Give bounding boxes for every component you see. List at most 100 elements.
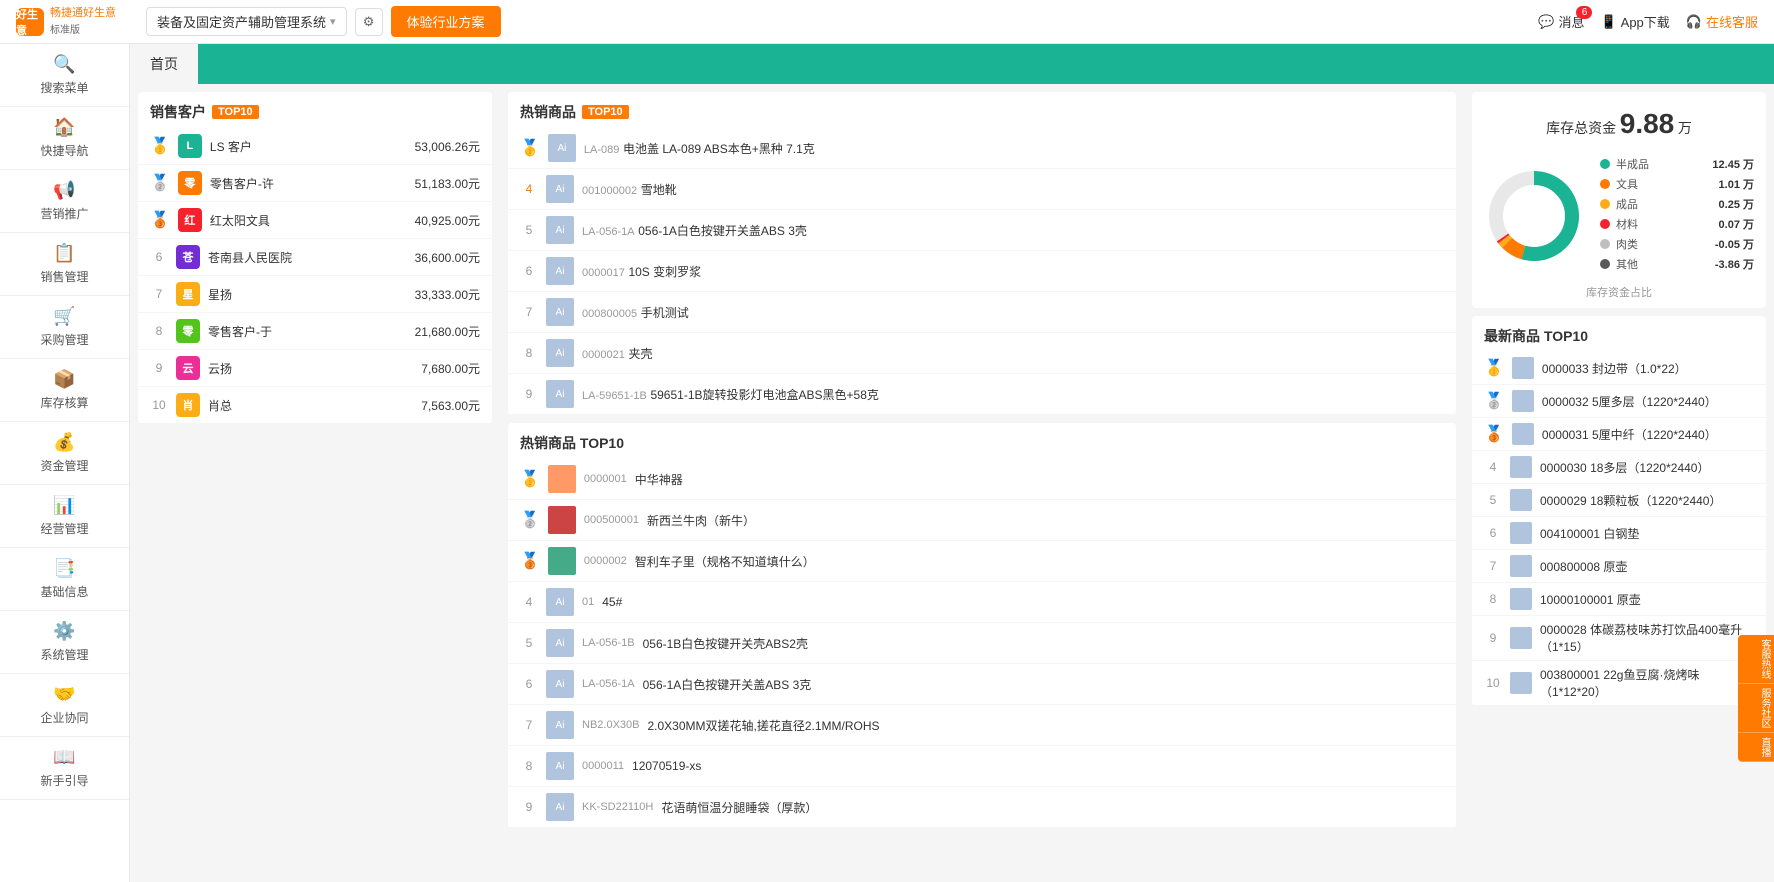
- operations-icon: 📊: [53, 495, 75, 516]
- legend-dot-6: [1600, 259, 1610, 269]
- prod-img-placeholder-1: Ai: [548, 134, 576, 162]
- new-prod-name-5: 18颗粒板（1220*2440）: [1590, 494, 1721, 508]
- customer-value-8: 7,563.00元: [421, 397, 480, 414]
- legend-item-6: 其他 -3.86 万: [1600, 256, 1754, 272]
- customer-value-7: 7,680.00元: [421, 360, 480, 377]
- sidebar-item-inventory[interactable]: 📦 库存核算: [0, 359, 129, 422]
- new-prod-rank-4: 4: [1484, 460, 1502, 474]
- customer-avatar-7: 云: [176, 356, 200, 380]
- customer-value-6: 21,680.00元: [415, 323, 480, 340]
- hot-right-label: 热销商品: [520, 102, 576, 122]
- message-button[interactable]: 💬 消息 6: [1538, 12, 1584, 31]
- left-panel: 销售客户 TOP10 🥇 L LS 客户 53,006.26元 🥈 零: [130, 84, 500, 882]
- customer-name-8: 肖总: [208, 397, 413, 414]
- float-buttons: 客服热线 服务社区 直播: [1738, 635, 1774, 762]
- logo-text: 畅捷通好生意: [50, 7, 116, 20]
- hot-prod-1[interactable]: 🥇 0000001 中华神器: [508, 459, 1456, 500]
- sidebar-item-basics[interactable]: 📑 基础信息: [0, 548, 129, 611]
- new-prod-4[interactable]: 4 0000030 18多层（1220*2440）: [1472, 451, 1766, 484]
- sidebar-item-sales[interactable]: 📋 销售管理: [0, 233, 129, 296]
- hot-right-4[interactable]: 6 Ai 0000017 10S 变刺罗浆: [508, 251, 1456, 292]
- new-prod-6[interactable]: 6 004100001 白钢垫: [1472, 517, 1766, 550]
- online-service-button[interactable]: 🎧 在线客服: [1686, 12, 1758, 31]
- new-prod-5[interactable]: 5 0000029 18颗粒板（1220*2440）: [1472, 484, 1766, 517]
- customer-rank-2[interactable]: 🥈 零 零售客户-许 51,183.00元: [138, 165, 492, 202]
- hot-prod-3[interactable]: 🥉 0000002 智利车子里（规格不知道填什么）: [508, 541, 1456, 582]
- new-prod-2[interactable]: 🥈 0000032 5厘多层（1220*2440）: [1472, 385, 1766, 418]
- sidebar-item-operations[interactable]: 📊 经营管理: [0, 485, 129, 548]
- new-prod-info-8: 10000100001 原壶: [1540, 591, 1754, 608]
- customer-rank-7[interactable]: 9 云 云扬 7,680.00元: [138, 350, 492, 387]
- hot-prod-4[interactable]: 4 Ai 01 45#: [508, 582, 1456, 623]
- sidebar-item-system[interactable]: ⚙️ 系统管理: [0, 611, 129, 674]
- hotprod-name-6: 056-1A白色按键开关盖ABS 3克: [643, 676, 812, 693]
- phone-icon: 📱: [1600, 14, 1616, 30]
- new-products-card: 最新商品 TOP10 🥇 0000033 封边带（1.0*22） 🥈: [1472, 316, 1766, 706]
- float-btn-live[interactable]: 直播: [1738, 733, 1774, 762]
- float-btn-service[interactable]: 客服热线: [1738, 635, 1774, 684]
- customer-rank-8[interactable]: 10 肖 肖总 7,563.00元: [138, 387, 492, 424]
- prod-info-3: LA-056-1A 056-1A白色按键开关盖ABS 3壳: [582, 222, 1444, 239]
- new-prod-code-7: 000800008: [1540, 560, 1600, 574]
- prod-code-2: 001000002: [582, 185, 637, 197]
- trial-button[interactable]: 体验行业方案: [391, 6, 501, 37]
- home-icon: 🏠: [53, 117, 75, 138]
- customer-rank-1[interactable]: 🥇 L LS 客户 53,006.26元: [138, 128, 492, 165]
- new-prod-name-8: 原壶: [1617, 593, 1641, 607]
- new-prod-8[interactable]: 8 10000100001 原壶: [1472, 583, 1766, 616]
- new-prod-3[interactable]: 🥉 0000031 5厘中纤（1220*2440）: [1472, 418, 1766, 451]
- settings-button[interactable]: ⚙: [355, 8, 383, 36]
- chevron-down-icon: ▾: [330, 15, 336, 28]
- hot-right-7[interactable]: 9 Ai LA-59651-1B 59651-1B旋转投影灯电池盒ABS黑色+5…: [508, 374, 1456, 415]
- system-selector[interactable]: 装备及固定资产辅助管理系统 ▾: [146, 7, 347, 36]
- new-prod-rank-9: 9: [1484, 631, 1502, 645]
- sidebar-item-purchase[interactable]: 🛒 采购管理: [0, 296, 129, 359]
- sidebar-item-home[interactable]: 🏠 快捷导航: [0, 107, 129, 170]
- tab-home[interactable]: 首页: [130, 44, 198, 84]
- sidebar-item-guide[interactable]: 📖 新手引导: [0, 737, 129, 800]
- hotprod-img-8: Ai: [546, 752, 574, 780]
- sidebar-item-finance[interactable]: 💰 资金管理: [0, 422, 129, 485]
- new-prod-info-5: 0000029 18颗粒板（1220*2440）: [1540, 492, 1754, 509]
- customer-rank-6[interactable]: 8 零 零售客户-于 21,680.00元: [138, 313, 492, 350]
- legend-name-4: 材料: [1616, 216, 1713, 232]
- sidebar-item-finance-label: 资金管理: [40, 457, 88, 474]
- new-prod-7[interactable]: 7 000800008 原壶: [1472, 550, 1766, 583]
- hot-prod-8[interactable]: 8 Ai 0000011 12070519-xs: [508, 746, 1456, 787]
- hot-prod-6[interactable]: 6 Ai LA-056-1A 056-1A白色按键开关盖ABS 3克: [508, 664, 1456, 705]
- new-prod-info-3: 0000031 5厘中纤（1220*2440）: [1542, 426, 1754, 443]
- hotprod-img-6: Ai: [546, 670, 574, 698]
- legend-val-5: -0.05 万: [1715, 236, 1754, 252]
- legend-val-3: 0.25 万: [1719, 196, 1754, 212]
- customer-rank-4[interactable]: 6 苍 苍南县人民医院 36,600.00元: [138, 239, 492, 276]
- sidebar-item-marketing[interactable]: 📢 营销推广: [0, 170, 129, 233]
- new-prod-code-1: 0000033: [1542, 362, 1589, 376]
- hot-prod-5[interactable]: 5 Ai LA-056-1B 056-1B白色按键开关壳ABS2壳: [508, 623, 1456, 664]
- sidebar-item-collab[interactable]: 🤝 企业协同: [0, 674, 129, 737]
- new-prod-10[interactable]: 10 003800001 22g鱼豆腐·烧烤味（1*12*20）: [1472, 661, 1766, 706]
- app-download-button[interactable]: 📱 App下载: [1600, 12, 1669, 31]
- hot-prod-9[interactable]: 9 Ai KK-SD22110H 花语萌恒温分腿睡袋（厚款）: [508, 787, 1456, 828]
- hotprod-rank-9: 9: [520, 800, 538, 814]
- hot-right-1[interactable]: 🥇 Ai LA-089 电池盖 LA-089 ABS本色+黑种 7.1克: [508, 128, 1456, 169]
- hot-right-5[interactable]: 7 Ai 000800005 手机测试: [508, 292, 1456, 333]
- hot-right-2[interactable]: 4 Ai 001000002 雪地靴: [508, 169, 1456, 210]
- new-prod-img-5: [1510, 489, 1532, 511]
- customer-rank-5[interactable]: 7 星 星扬 33,333.00元: [138, 276, 492, 313]
- donut-legend: 半成品 12.45 万 文具 1.01 万: [1600, 156, 1754, 276]
- hotprod-img-4: Ai: [546, 588, 574, 616]
- new-prod-9[interactable]: 9 0000028 体碳荔枝味苏打饮品400毫升（1*15）: [1472, 616, 1766, 661]
- silver-medal3-icon: 🥈: [1484, 391, 1504, 411]
- customer-name-3: 红太阳文具: [210, 212, 407, 229]
- legend-dot-3: [1600, 199, 1610, 209]
- sidebar-item-search[interactable]: 🔍 搜索菜单: [0, 44, 129, 107]
- new-prod-1[interactable]: 🥇 0000033 封边带（1.0*22）: [1472, 352, 1766, 385]
- hot-prod-2[interactable]: 🥈 000500001 新西兰牛肉（新牛）: [508, 500, 1456, 541]
- hotprod-code-8: 0000011: [582, 760, 624, 772]
- hot-right-6[interactable]: 8 Ai 0000021 夹壳: [508, 333, 1456, 374]
- hot-right-3[interactable]: 5 Ai LA-056-1A 056-1A白色按键开关盖ABS 3壳: [508, 210, 1456, 251]
- hot-prod-7[interactable]: 7 Ai NB2.0X30B 2.0X30MM双搓花轴,搓花直径2.1MM/RO…: [508, 705, 1456, 746]
- sidebar-item-purchase-label: 采购管理: [40, 331, 88, 348]
- float-btn-community[interactable]: 服务社区: [1738, 684, 1774, 733]
- customer-rank-3[interactable]: 🥉 红 红太阳文具 40,925.00元: [138, 202, 492, 239]
